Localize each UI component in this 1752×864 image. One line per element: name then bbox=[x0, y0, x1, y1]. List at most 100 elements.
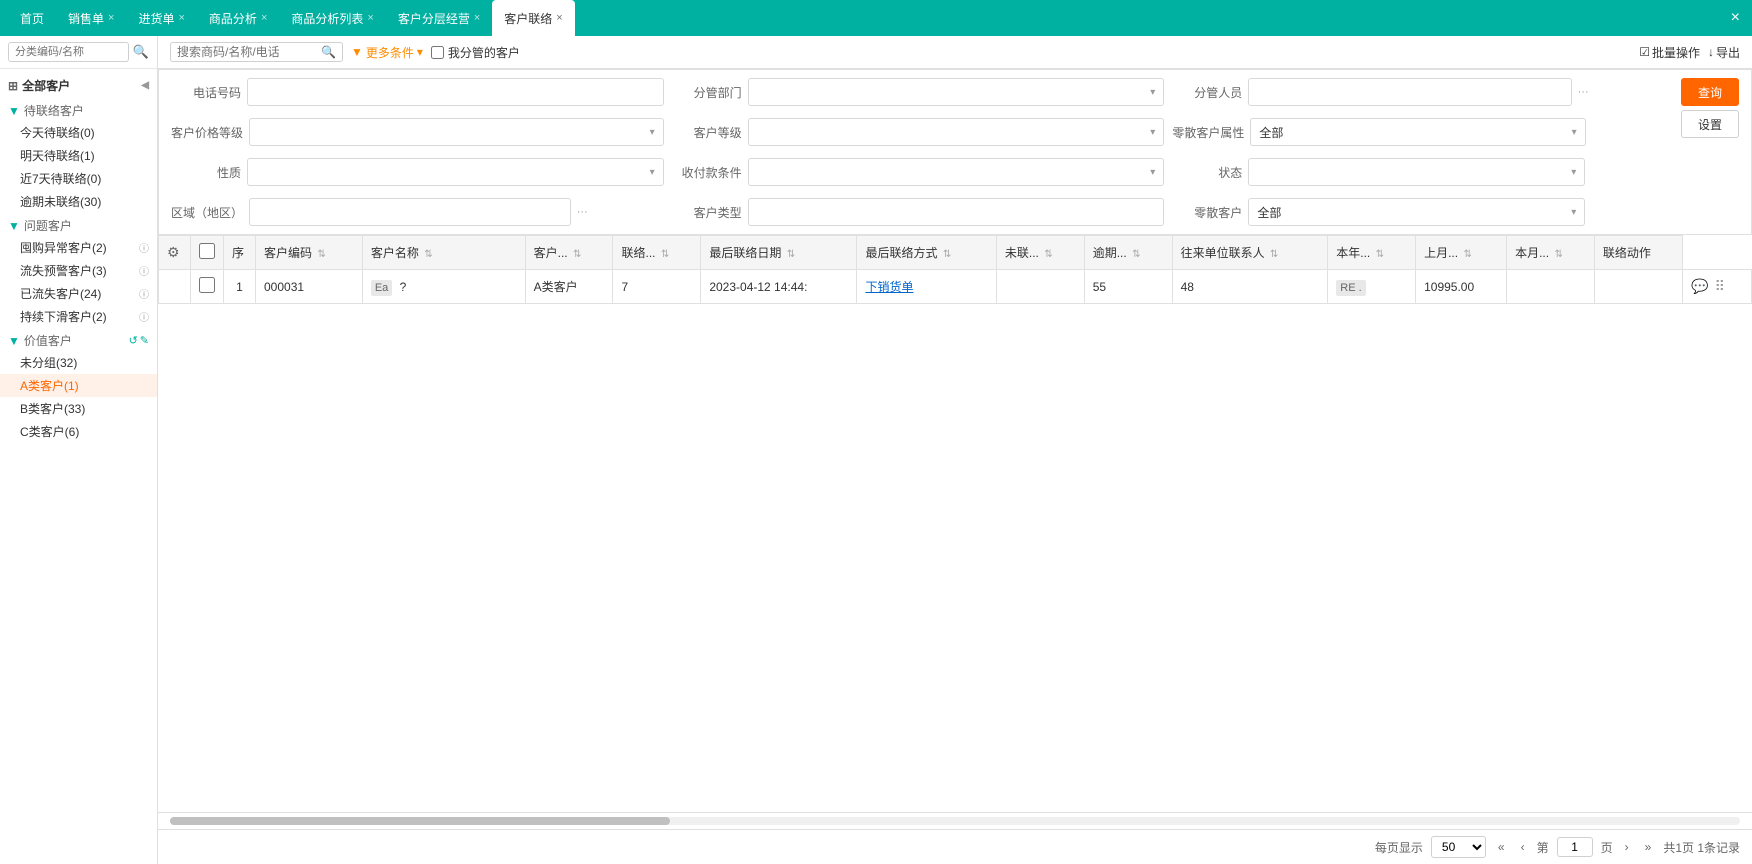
sidebar-item-a-class[interactable]: A类客户(1) bbox=[0, 374, 157, 397]
region-more-icon[interactable]: ··· bbox=[577, 206, 588, 218]
filter-dropdown-icon: ▾ bbox=[417, 45, 423, 59]
nav-product-analysis-close[interactable]: × bbox=[261, 12, 267, 24]
filter-nature-select[interactable]: ▾ bbox=[247, 158, 664, 186]
setting-button[interactable]: 设置 bbox=[1681, 110, 1739, 138]
filter-retail-attr-select[interactable]: 全部 ▾ bbox=[1250, 118, 1585, 146]
sort-thismonth-icon[interactable]: ⇅ bbox=[1554, 249, 1562, 260]
filter-phone-input[interactable] bbox=[247, 78, 664, 106]
sidebar-item-c-class[interactable]: C类客户(6) bbox=[0, 420, 157, 443]
row-uncontacted bbox=[996, 270, 1084, 304]
scrollbar-thumb[interactable] bbox=[170, 817, 670, 825]
section-value-arrow: ▼ bbox=[8, 334, 20, 348]
sort-lastmonth-icon[interactable]: ⇅ bbox=[1463, 249, 1471, 260]
sidebar-item-b-class[interactable]: B类客户(33) bbox=[0, 397, 157, 420]
page-end-label: 页 bbox=[1601, 839, 1613, 856]
nav-sales-close[interactable]: × bbox=[108, 12, 114, 24]
nav-customer-contact-close[interactable]: × bbox=[556, 12, 562, 24]
select-all-checkbox[interactable] bbox=[199, 243, 215, 259]
sort-thisyear-icon[interactable]: ⇅ bbox=[1376, 249, 1384, 260]
nav-product-list[interactable]: 商品分析列表 × bbox=[279, 0, 385, 36]
row-checkbox-input[interactable] bbox=[199, 277, 215, 293]
batch-op-button[interactable]: ☑ 批量操作 bbox=[1639, 44, 1700, 61]
filter-dept-select[interactable]: ▾ bbox=[748, 78, 1165, 106]
page-input[interactable] bbox=[1557, 837, 1593, 857]
nav-customer-contact[interactable]: 客户联络 × bbox=[492, 0, 574, 36]
filter-status-select[interactable]: ▾ bbox=[1248, 158, 1585, 186]
page-size-select[interactable]: 50 100 200 bbox=[1431, 836, 1486, 858]
filter-more-button[interactable]: ▼ 更多条件 ▾ bbox=[351, 44, 423, 61]
sidebar-item-overdue[interactable]: 逾期未联络(30) bbox=[0, 190, 157, 213]
sidebar-search-icon[interactable]: 🔍 bbox=[133, 44, 149, 60]
sort-overdue-icon[interactable]: ⇅ bbox=[1132, 249, 1140, 260]
section-value[interactable]: ▼ 价值客户 ↺ ✎ bbox=[0, 328, 157, 351]
sidebar-item-7days[interactable]: 近7天待联络(0) bbox=[0, 167, 157, 190]
nav-home[interactable]: 首页 bbox=[8, 0, 56, 36]
info-icon-3: ⓘ bbox=[139, 309, 149, 324]
nav-customer-layer[interactable]: 客户分层经营 × bbox=[386, 0, 492, 36]
nav-product-analysis[interactable]: 商品分析 × bbox=[197, 0, 279, 36]
section-pending[interactable]: ▼ 待联络客户 bbox=[0, 98, 157, 121]
search-icon[interactable]: 🔍 bbox=[321, 45, 336, 59]
nav-product-list-close[interactable]: × bbox=[367, 12, 373, 24]
filter-payment-select[interactable]: ▾ bbox=[748, 158, 1165, 186]
last-method-link[interactable]: 下销货单 bbox=[865, 280, 913, 294]
page-last-button[interactable]: » bbox=[1641, 838, 1656, 856]
retail-attr-icon: ▾ bbox=[1572, 127, 1577, 138]
sort-code-icon[interactable]: ⇅ bbox=[317, 249, 325, 260]
sidebar-item-abnormal[interactable]: 囤购异常客户(2) ⓘ bbox=[0, 236, 157, 259]
page-prev-button[interactable]: ‹ bbox=[1517, 838, 1529, 856]
collapse-icon[interactable]: ◀ bbox=[141, 80, 149, 91]
section-problem[interactable]: ▼ 问题客户 bbox=[0, 213, 157, 236]
page-first-button[interactable]: « bbox=[1494, 838, 1509, 856]
sort-level-icon[interactable]: ⇅ bbox=[573, 249, 581, 260]
nav-sales[interactable]: 销售单 × bbox=[56, 0, 126, 36]
sort-lastdate-icon[interactable]: ⇅ bbox=[787, 249, 795, 260]
qr-icon[interactable]: ⠿ bbox=[1715, 278, 1725, 295]
filter-customer-type-input[interactable] bbox=[748, 198, 1165, 226]
manager-more-icon[interactable]: ··· bbox=[1578, 86, 1589, 98]
chat-icon[interactable]: 💬 bbox=[1691, 278, 1708, 295]
nav-purchase-close[interactable]: × bbox=[178, 12, 184, 24]
filter-phone: 电话号码 bbox=[171, 78, 664, 106]
my-customer-checkbox-label[interactable]: 我分管的客户 bbox=[431, 44, 520, 61]
row-code: 000031 bbox=[256, 270, 363, 304]
sidebar-item-declining[interactable]: 持续下滑客户(2) ⓘ bbox=[0, 305, 157, 328]
sidebar-all-customers[interactable]: ⊞ 全部客户 ◀ bbox=[0, 73, 157, 98]
pagination: 每页显示 50 100 200 « ‹ 第 页 › » 共1页 1条记录 bbox=[158, 829, 1752, 864]
my-customer-checkbox[interactable] bbox=[431, 46, 444, 59]
filter-icon: ▼ bbox=[351, 45, 363, 59]
gear-icon[interactable]: ⚙ bbox=[167, 244, 180, 260]
th-last-method: 最后联络方式 ⇅ bbox=[857, 236, 996, 270]
export-button[interactable]: ↓ 导出 bbox=[1708, 44, 1740, 61]
query-button[interactable]: 查询 bbox=[1681, 78, 1739, 106]
filter-dept: 分管部门 ▾ bbox=[672, 78, 1165, 106]
sort-uncontacted-icon[interactable]: ⇅ bbox=[1044, 249, 1052, 260]
dept-dropdown-icon: ▾ bbox=[1150, 87, 1155, 98]
sidebar-search-input[interactable] bbox=[8, 42, 129, 62]
page-next-button[interactable]: › bbox=[1621, 838, 1633, 856]
sidebar-item-today[interactable]: 今天待联络(0) bbox=[0, 121, 157, 144]
row-name-text: ? bbox=[400, 280, 407, 294]
filter-retail-select[interactable]: 全部 ▾ bbox=[1248, 198, 1585, 226]
sort-lastmethod-icon[interactable]: ⇅ bbox=[943, 249, 951, 260]
refresh-icon[interactable]: ↺ bbox=[129, 334, 138, 347]
sidebar-item-ungroup[interactable]: 未分组(32) bbox=[0, 351, 157, 374]
sidebar-item-lost[interactable]: 已流失客户(24) ⓘ bbox=[0, 282, 157, 305]
close-all-button[interactable]: × bbox=[1727, 5, 1744, 31]
sort-contact-icon[interactable]: ⇅ bbox=[661, 249, 669, 260]
sort-name-icon[interactable]: ⇅ bbox=[424, 249, 432, 260]
search-input[interactable] bbox=[177, 45, 317, 59]
filter-manager-label: 分管人员 bbox=[1172, 84, 1242, 101]
sidebar-item-tomorrow[interactable]: 明天待联络(1) bbox=[0, 144, 157, 167]
scrollbar-track[interactable] bbox=[170, 817, 1740, 825]
filter-customer-level-select[interactable]: ▾ bbox=[748, 118, 1165, 146]
nav-purchase[interactable]: 进货单 × bbox=[126, 0, 196, 36]
filter-row-3: 性质 ▾ 收付款条件 ▾ bbox=[171, 158, 1665, 186]
sort-contact2-icon[interactable]: ⇅ bbox=[1270, 249, 1278, 260]
nav-customer-layer-close[interactable]: × bbox=[474, 12, 480, 24]
edit-icon[interactable]: ✎ bbox=[140, 334, 149, 347]
filter-price-level-select[interactable]: ▾ bbox=[249, 118, 664, 146]
filter-region-input[interactable] bbox=[249, 198, 571, 226]
filter-manager-input[interactable] bbox=[1248, 78, 1571, 106]
sidebar-item-lostwarning[interactable]: 流失预警客户(3) ⓘ bbox=[0, 259, 157, 282]
